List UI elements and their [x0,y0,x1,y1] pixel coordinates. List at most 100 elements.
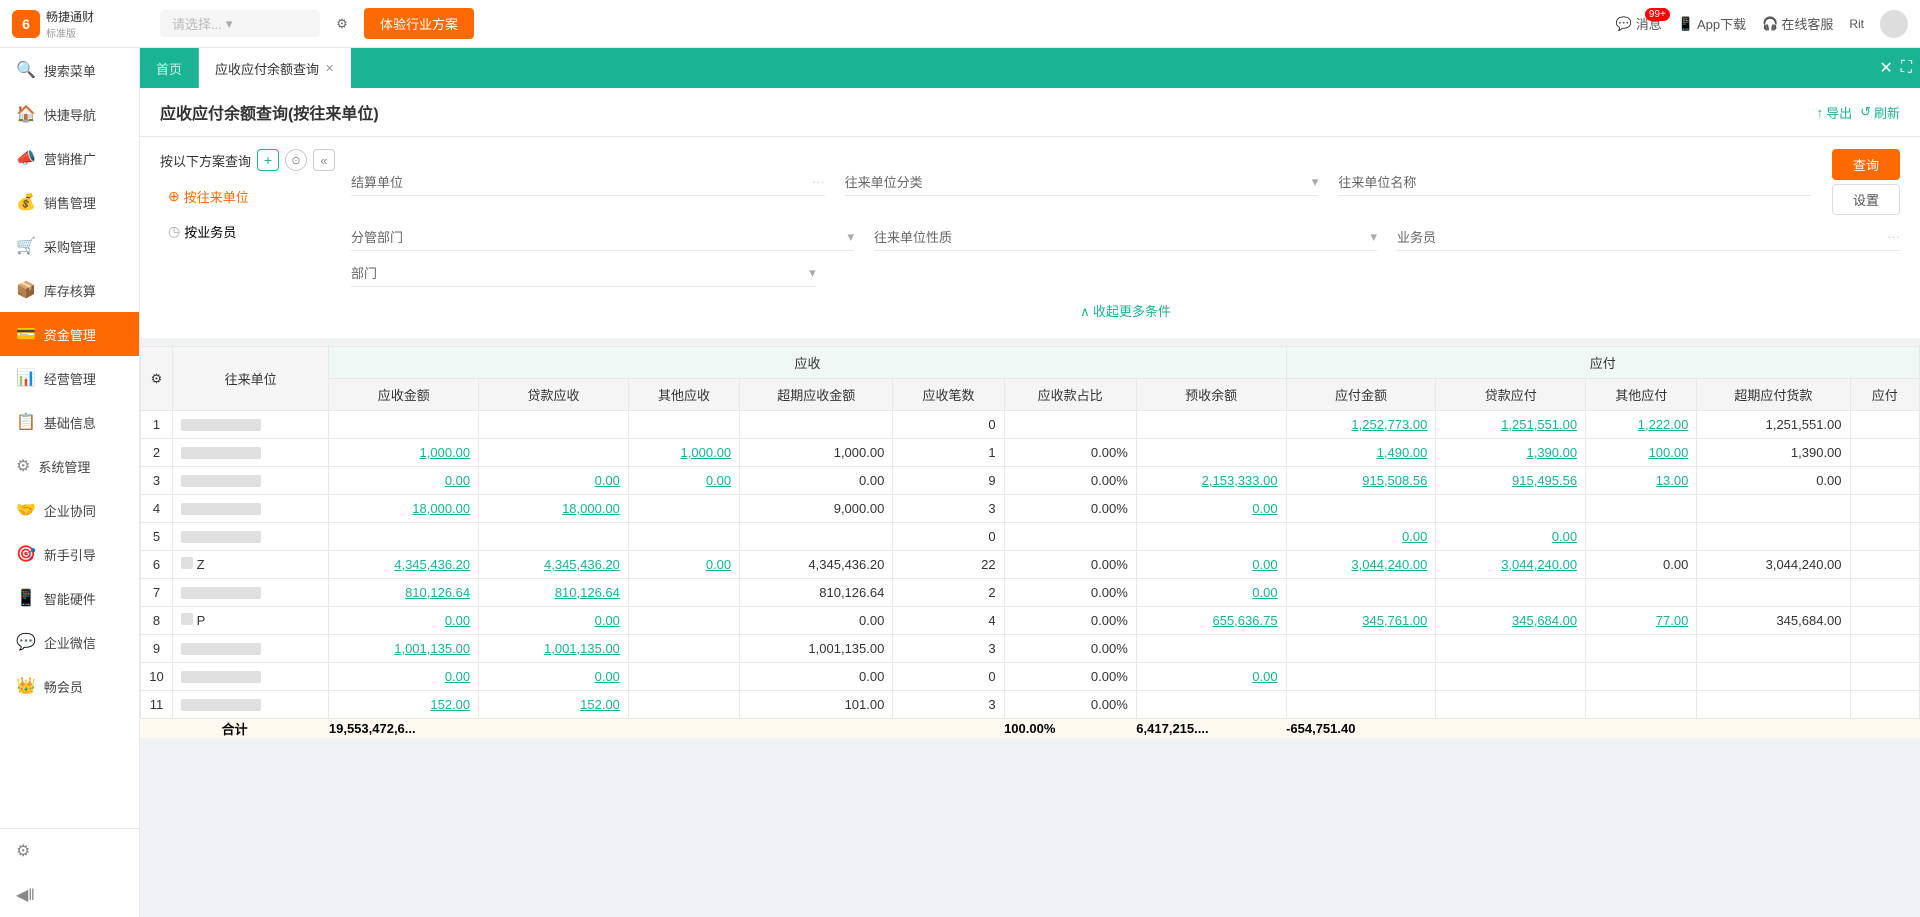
row-other-pay [1586,495,1697,523]
row-recv-count: 0 [893,411,1004,439]
sidebar-item-weixin[interactable]: 💬 企业微信 [0,620,139,664]
row-pay-extra [1850,635,1919,663]
footer-pay-amount: -654,751.40 [1286,719,1436,739]
sidebar-item-quick-nav[interactable]: 🏠 快捷导航 [0,92,139,136]
sidebar-label-finance: 资金管理 [44,325,96,344]
tab-receivable-label: 应收应付余额查询 [215,59,319,78]
unit-name-input[interactable] [1418,174,1812,189]
row-pay-extra [1850,495,1919,523]
sidebar-item-finance[interactable]: 💳 资金管理 [0,312,139,356]
row-no: 9 [141,635,173,663]
message-icon: 💬 [1616,16,1632,32]
sidebar-item-sys[interactable]: ⚙ 系统管理 [0,444,139,488]
unit-category-label: 往来单位分类 [845,172,925,191]
row-pay-amount: 1,490.00 [1286,439,1436,467]
row-unit [173,691,329,719]
row-overdue-pay [1697,691,1850,719]
unit-nature-label: 往来单位性质 [874,227,954,246]
user-name[interactable]: Rit [1849,17,1864,31]
filter-salesperson-field: 业务员 ··· [1397,223,1900,251]
page-actions: ↑ 导出 ↺ 刷新 [1817,103,1900,122]
collapse-icon: ◀‖ [16,885,35,905]
row-no: 2 [141,439,173,467]
filter-option-salesperson[interactable]: ◷ 按业务员 [160,218,335,245]
tab-receivable[interactable]: 应收应付余额查询 ✕ [199,48,351,88]
online-service-link[interactable]: 🎧 在线客服 [1762,14,1833,33]
row-pay-extra [1850,607,1919,635]
row-loan-pay: 345,684.00 [1436,607,1586,635]
sidebar-settings-btn[interactable]: ⚙ [0,829,139,873]
row-advance-bal: 0.00 [1136,551,1286,579]
sidebar-item-hardware[interactable]: 📱 智能硬件 [0,576,139,620]
tab-home[interactable]: 首页 [140,48,199,88]
collapse-more-btn[interactable]: ∧ 收起更多条件 [351,295,1900,326]
top-right: 💬 消息 99+ 📱 App下载 🎧 在线客服 Rit [1616,10,1908,38]
promo-button[interactable]: 体验行业方案 [364,8,474,39]
message-button[interactable]: 💬 消息 99+ [1616,14,1662,33]
sidebar-item-marketing[interactable]: 📣 营销推广 [0,136,139,180]
table-row: 4 18,000.00 18,000.00 9,000.00 3 0.00% 0… [141,495,1920,523]
query-button[interactable]: 查询 [1832,149,1900,180]
row-loan-pay [1436,663,1586,691]
tab-expand-btn[interactable]: ⛶ [1901,59,1912,77]
sidebar-item-search[interactable]: 🔍 搜索菜单 [0,48,139,92]
gear-button[interactable]: ⚙ [328,10,356,38]
export-button[interactable]: ↑ 导出 [1817,103,1853,122]
dept-input[interactable] [431,229,843,244]
row-recv-count: 2 [893,579,1004,607]
row-overdue-recv [740,411,893,439]
row-unit [173,467,329,495]
row-loan-recv: 0.00 [479,663,629,691]
dept-arrow-icon[interactable]: ▾ [847,229,854,245]
sub-dept-arrow-icon[interactable]: ▾ [809,265,816,281]
tab-close-btn[interactable]: ✕ [1879,58,1892,78]
sidebar-item-purchase[interactable]: 🛒 采购管理 [0,224,139,268]
table-container: ⚙ 往来单位 应收 应付 应收金额 贷款应收 其他应收 超期应收金额 应收笔数 … [140,346,1920,738]
col-receivable-amount: 应收金额 [329,379,479,411]
row-unit [173,411,329,439]
settlement-unit-input[interactable] [431,174,808,189]
sidebar-item-ops[interactable]: 📊 经营管理 [0,356,139,400]
tab-close-icon[interactable]: ✕ [325,62,334,75]
export-label: 导出 [1826,103,1852,122]
filter-settings-btn[interactable]: ⊙ [285,149,307,171]
row-overdue-pay: 3,044,240.00 [1697,551,1850,579]
row-overdue-pay [1697,579,1850,607]
filter-add-btn[interactable]: + [257,149,279,171]
set-button[interactable]: 设置 [1832,184,1900,215]
row-recv-amount: 1,001,135.00 [329,635,479,663]
unit-category-input[interactable] [925,174,1308,189]
salesperson-dots-icon: ··· [1887,229,1900,244]
sidebar-item-base-info[interactable]: 📋 基础信息 [0,400,139,444]
nav-selector[interactable]: 请选择... ▾ [160,10,320,37]
sidebar-collapse-btn[interactable]: ◀‖ [0,873,139,917]
online-service-label: 在线客服 [1781,14,1833,33]
table-row: 1 0 1,252,773.00 1,251,551.00 1,222.00 [141,411,1920,439]
row-overdue-pay [1697,663,1850,691]
sub-dept-input[interactable] [431,265,805,280]
col-gear[interactable]: ⚙ [141,347,173,411]
sidebar-item-vip[interactable]: 👑 畅会员 [0,664,139,708]
search-icon: 🔍 [16,60,36,80]
sidebar-item-guide[interactable]: 🎯 新手引导 [0,532,139,576]
row-pay-amount [1286,579,1436,607]
sidebar-item-collab[interactable]: 🤝 企业协同 [0,488,139,532]
unit-category-arrow-icon[interactable]: ▾ [1312,174,1319,190]
unit-nature-arrow-icon[interactable]: ▾ [1370,229,1377,245]
user-avatar[interactable] [1880,10,1908,38]
filter-unit-category: 往来单位分类 ▾ [845,168,1319,196]
refresh-button[interactable]: ↺ 刷新 [1860,103,1900,122]
filter-option-unit[interactable]: ⊕ 按往来单位 [160,183,335,210]
salesperson-field-input[interactable] [1477,229,1883,244]
row-recv-ratio: 0.00% [1004,467,1136,495]
row-no: 8 [141,607,173,635]
sidebar-item-sales[interactable]: 💰 销售管理 [0,180,139,224]
unit-nature-input[interactable] [954,229,1366,244]
row-pay-amount [1286,635,1436,663]
sidebar-item-inventory[interactable]: 📦 库存核算 [0,268,139,312]
logo-sub: 标准版 [46,25,94,40]
settlement-unit-label: 结算单位 [351,172,431,191]
app-download-link[interactable]: 📱 App下载 [1678,14,1746,33]
table-footer-row: 合计 19,553,472,6... 100.00% 6,417,215....… [141,719,1920,739]
filter-collapse-btn[interactable]: « [313,149,335,171]
